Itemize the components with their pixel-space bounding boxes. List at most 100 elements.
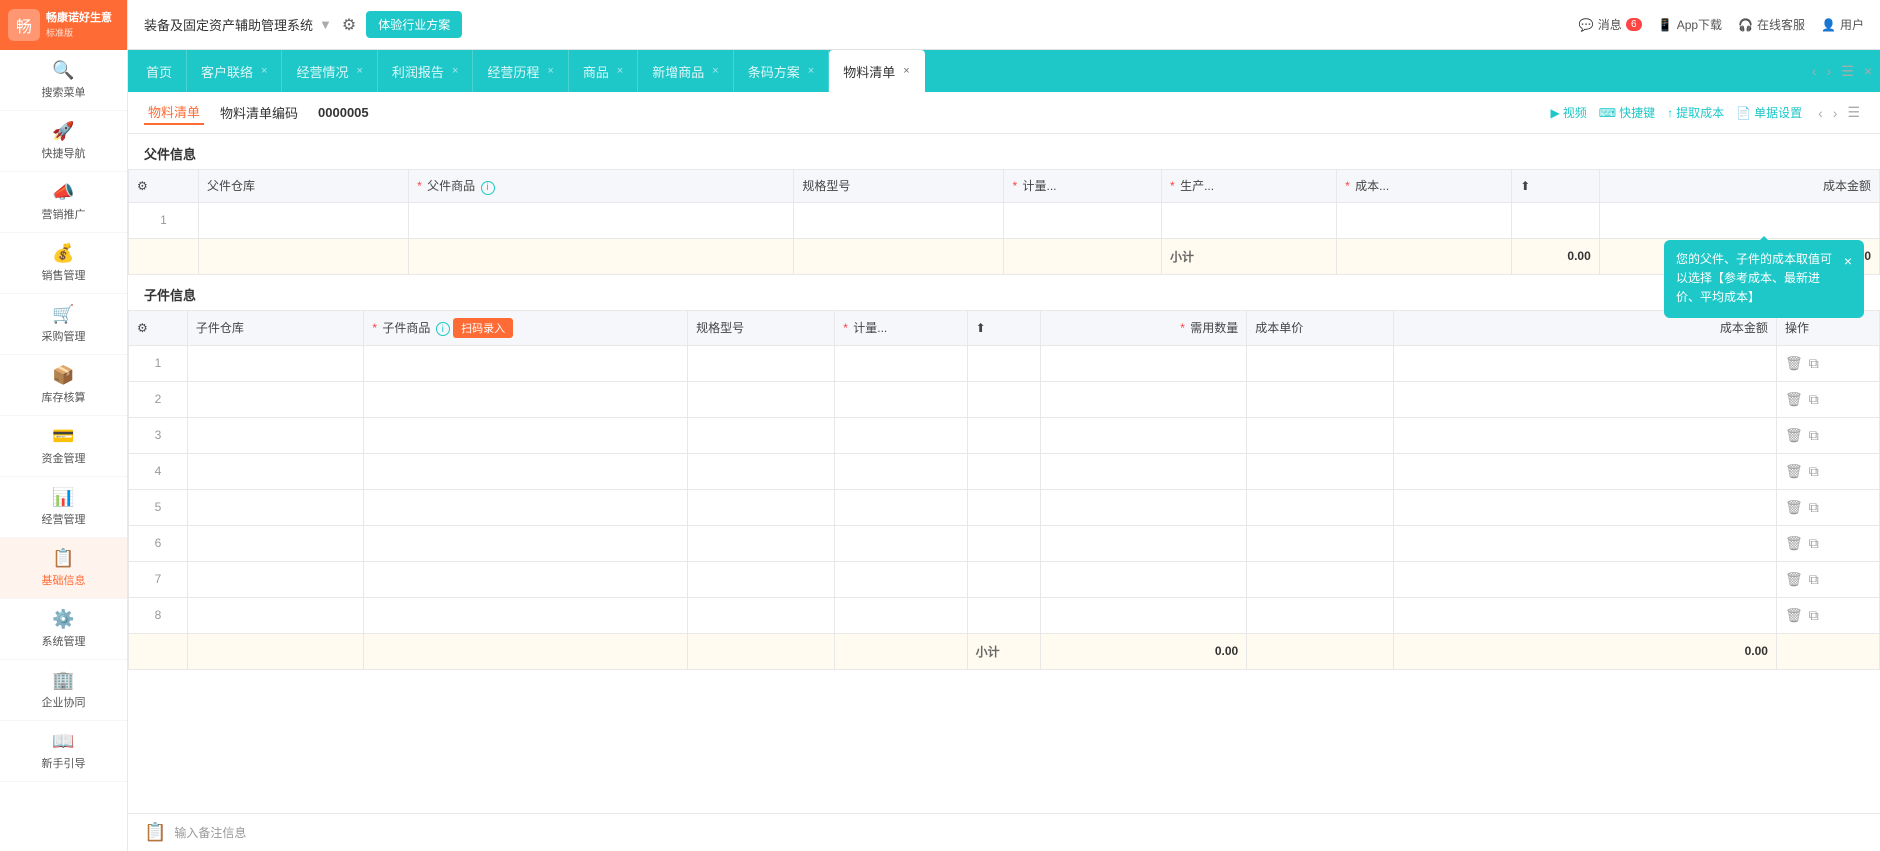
child-warehouse-8[interactable] <box>187 597 364 633</box>
child-unit-cost-3[interactable] <box>1247 417 1394 453</box>
tab-nav-left[interactable]: ‹ <box>1808 61 1821 81</box>
child-warehouse-1[interactable] <box>187 345 364 381</box>
child-unit-cost-4[interactable] <box>1247 453 1394 489</box>
child-delete-7[interactable]: 🗑 <box>1785 571 1803 588</box>
trial-button[interactable]: 体验行业方案 <box>366 11 462 38</box>
form-nav-right[interactable]: › <box>1829 103 1842 123</box>
sidebar-item-guide[interactable]: 📖 新手引导 <box>0 721 127 782</box>
tab-close-goods[interactable]: × <box>617 65 623 77</box>
child-quantity-3[interactable] <box>1041 417 1247 453</box>
child-quantity-7[interactable] <box>1041 561 1247 597</box>
settings-button[interactable]: ⚙ <box>342 15 356 35</box>
child-goods-1[interactable] <box>364 345 688 381</box>
child-warehouse-2[interactable] <box>187 381 364 417</box>
child-unit-3[interactable] <box>835 417 967 453</box>
child-warehouse-4[interactable] <box>187 453 364 489</box>
child-goods-6[interactable] <box>364 525 688 561</box>
child-spec-1[interactable] <box>688 345 835 381</box>
sidebar-item-inventory[interactable]: 📦 库存核算 <box>0 355 127 416</box>
sub-nav-bom-list[interactable]: 物料清单 <box>144 100 204 125</box>
child-goods-2[interactable] <box>364 381 688 417</box>
child-quantity-8[interactable] <box>1041 597 1247 633</box>
tab-close-operations[interactable]: × <box>356 65 362 77</box>
tab-history[interactable]: 经营历程 × <box>473 50 568 92</box>
child-delete-8[interactable]: 🗑 <box>1785 607 1803 624</box>
child-warehouse-3[interactable] <box>187 417 364 453</box>
tab-home[interactable]: 首页 <box>132 50 187 92</box>
child-unit-cost-5[interactable] <box>1247 489 1394 525</box>
child-unit-6[interactable] <box>835 525 967 561</box>
app-download-action[interactable]: 📱 App下载 <box>1658 16 1722 33</box>
sidebar-item-enterprise[interactable]: 🏢 企业协同 <box>0 660 127 721</box>
sidebar-item-finance[interactable]: 💳 资金管理 <box>0 416 127 477</box>
tab-close-history[interactable]: × <box>547 65 553 77</box>
tab-close-new-goods[interactable]: × <box>712 65 718 77</box>
parent-warehouse-1[interactable] <box>199 202 409 238</box>
tooltip-close-icon[interactable]: × <box>1844 250 1852 272</box>
child-unit-cost-7[interactable] <box>1247 561 1394 597</box>
child-quantity-5[interactable] <box>1041 489 1247 525</box>
child-spec-5[interactable] <box>688 489 835 525</box>
child-goods-info-icon[interactable]: i <box>436 322 450 336</box>
child-copy-6[interactable]: ⧉ <box>1809 535 1819 552</box>
tab-nav-menu[interactable]: ☰ <box>1837 61 1858 82</box>
sidebar-item-operations[interactable]: 📊 经营管理 <box>0 477 127 538</box>
child-unit-1[interactable] <box>835 345 967 381</box>
single-settings-action[interactable]: 📄 单据设置 <box>1736 104 1802 121</box>
tab-close-profit[interactable]: × <box>452 65 458 77</box>
child-unit-7[interactable] <box>835 561 967 597</box>
child-copy-4[interactable]: ⧉ <box>1809 463 1819 480</box>
child-copy-8[interactable]: ⧉ <box>1809 607 1819 624</box>
child-delete-6[interactable]: 🗑 <box>1785 535 1803 552</box>
child-copy-5[interactable]: ⧉ <box>1809 499 1819 516</box>
child-spec-8[interactable] <box>688 597 835 633</box>
sidebar-item-basic[interactable]: 📋 基础信息 <box>0 538 127 599</box>
tab-close-customer[interactable]: × <box>261 65 267 77</box>
sidebar-item-marketing[interactable]: 📣 营销推广 <box>0 172 127 233</box>
child-warehouse-6[interactable] <box>187 525 364 561</box>
tab-new-goods[interactable]: 新增商品 × <box>638 50 733 92</box>
parent-production-1[interactable] <box>1162 202 1337 238</box>
child-goods-3[interactable] <box>364 417 688 453</box>
child-goods-5[interactable] <box>364 489 688 525</box>
child-unit-4[interactable] <box>835 453 967 489</box>
child-goods-7[interactable] <box>364 561 688 597</box>
child-copy-2[interactable]: ⧉ <box>1809 391 1819 408</box>
parent-col-settings[interactable]: ⚙ <box>129 170 199 203</box>
parent-spec-1[interactable] <box>794 202 1004 238</box>
child-unit-5[interactable] <box>835 489 967 525</box>
child-quantity-1[interactable] <box>1041 345 1247 381</box>
online-service-action[interactable]: 🎧 在线客服 <box>1738 16 1805 33</box>
child-unit-cost-1[interactable] <box>1247 345 1394 381</box>
view-action[interactable]: ▶ 视频 <box>1551 104 1587 121</box>
child-spec-7[interactable] <box>688 561 835 597</box>
child-quantity-2[interactable] <box>1041 381 1247 417</box>
scan-input-button[interactable]: 扫码录入 <box>453 318 513 338</box>
tab-customer[interactable]: 客户联络 × <box>187 50 282 92</box>
tab-barcode[interactable]: 条码方案 × <box>734 50 829 92</box>
child-quantity-4[interactable] <box>1041 453 1247 489</box>
parent-goods-info-icon[interactable]: i <box>481 181 495 195</box>
child-unit-8[interactable] <box>835 597 967 633</box>
tab-operations[interactable]: 经营情况 × <box>282 50 377 92</box>
parent-goods-1[interactable] <box>409 202 794 238</box>
tab-nav-right[interactable]: › <box>1823 61 1836 81</box>
sidebar-item-purchase[interactable]: 🛒 采购管理 <box>0 294 127 355</box>
child-spec-6[interactable] <box>688 525 835 561</box>
user-action[interactable]: 👤 用户 <box>1821 16 1864 33</box>
child-delete-2[interactable]: 🗑 <box>1785 391 1803 408</box>
child-spec-4[interactable] <box>688 453 835 489</box>
tab-goods[interactable]: 商品 × <box>569 50 638 92</box>
tab-profit[interactable]: 利润报告 × <box>378 50 473 92</box>
child-unit-cost-2[interactable] <box>1247 381 1394 417</box>
child-delete-1[interactable]: 🗑 <box>1785 355 1803 372</box>
form-nav-left[interactable]: ‹ <box>1814 103 1827 123</box>
child-copy-1[interactable]: ⧉ <box>1809 355 1819 372</box>
child-unit-2[interactable] <box>835 381 967 417</box>
child-goods-8[interactable] <box>364 597 688 633</box>
child-warehouse-5[interactable] <box>187 489 364 525</box>
extract-cost-action[interactable]: ↑ 提取成本 <box>1667 104 1724 121</box>
shortcut-action[interactable]: ⌨ 快捷键 <box>1599 104 1655 121</box>
child-spec-3[interactable] <box>688 417 835 453</box>
child-delete-4[interactable]: 🗑 <box>1785 463 1803 480</box>
